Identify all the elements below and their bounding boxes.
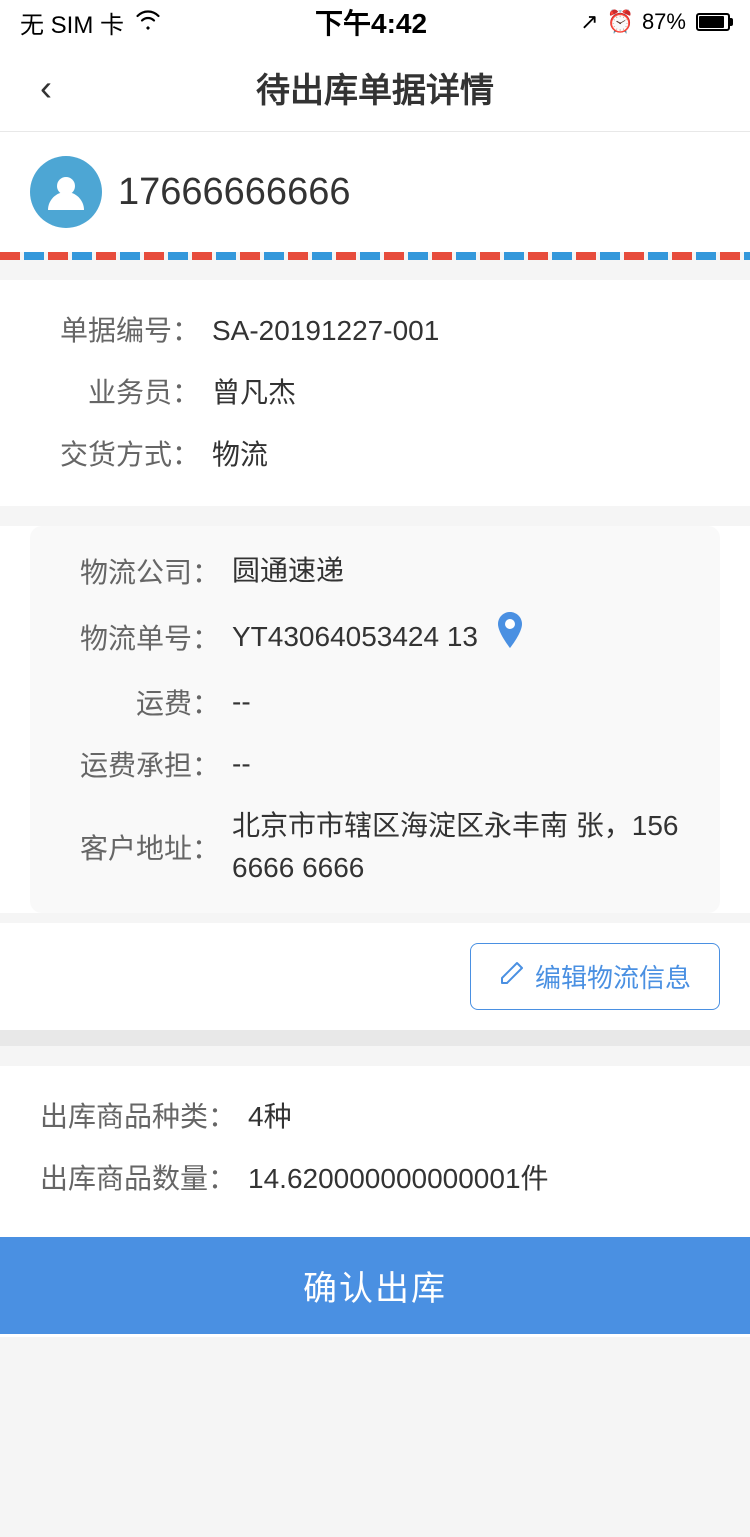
map-pin-icon[interactable]	[494, 612, 526, 661]
freight-bearer-row: 运费承担： --	[60, 743, 690, 785]
tracking-row: 物流单号： YT43064053424 13	[60, 612, 690, 661]
edit-btn-row: 编辑物流信息	[0, 923, 750, 1030]
customer-phone: 17666666666	[118, 171, 350, 214]
goods-type-label: 出库商品种类：	[40, 1096, 236, 1138]
logistics-company-row: 物流公司： 圆通速递	[60, 550, 690, 592]
tracking-value-container: YT43064053424 13	[232, 612, 690, 661]
confirm-btn-container: 确认出库	[0, 1237, 750, 1334]
address-row: 客户地址： 北京市市辖区海淀区永丰南 张，156 6666 6666	[60, 805, 690, 889]
bottom-space	[0, 1337, 750, 1537]
nav-bar: ‹ 待出库单据详情	[0, 44, 750, 132]
goods-quantity-row: 出库商品数量： 14.620000000000001件	[40, 1158, 710, 1200]
freight-value: --	[232, 681, 690, 723]
goods-section: 出库商品种类： 4种 出库商品数量： 14.620000000000001件	[0, 1066, 750, 1230]
back-button[interactable]: ‹	[30, 57, 62, 119]
goods-type-value: 4种	[248, 1096, 710, 1138]
salesperson-value: 曾凡杰	[212, 372, 710, 414]
document-number-label: 单据编号：	[40, 310, 200, 352]
logistics-company-label: 物流公司：	[60, 551, 220, 591]
wifi-icon	[134, 8, 162, 37]
order-info-section: 单据编号： SA-20191227-001 业务员： 曾凡杰 交货方式： 物流	[0, 280, 750, 506]
status-right: ↗ ⏰ 87%	[580, 9, 730, 35]
status-bar: 无 SIM 卡 下午4:42 ↗ ⏰ 87%	[0, 0, 750, 44]
freight-bearer-value: --	[232, 743, 690, 785]
goods-quantity-value: 14.620000000000001件	[248, 1158, 710, 1200]
tracking-label: 物流单号：	[60, 617, 220, 657]
goods-quantity-label: 出库商品数量：	[40, 1158, 236, 1200]
divider-line-1	[0, 1030, 750, 1046]
battery-label: 87%	[642, 9, 686, 35]
location-status-icon: ↗	[580, 9, 598, 35]
edit-logistics-button[interactable]: 编辑物流信息	[470, 943, 720, 1010]
delivery-method-value: 物流	[212, 434, 710, 476]
edit-icon	[499, 960, 525, 993]
freight-bearer-label: 运费承担：	[60, 744, 220, 784]
logistics-company-value: 圆通速递	[232, 550, 690, 592]
freight-label: 运费：	[60, 682, 220, 722]
alarm-icon: ⏰	[607, 9, 634, 35]
document-number-value: SA-20191227-001	[212, 310, 710, 352]
avatar	[30, 156, 102, 228]
carrier-label: 无 SIM 卡	[20, 5, 124, 40]
salesperson-label: 业务员：	[40, 372, 200, 414]
customer-section: 17666666666	[0, 132, 750, 252]
delivery-method-row: 交货方式： 物流	[40, 434, 710, 476]
confirm-button[interactable]: 确认出库	[303, 1261, 447, 1310]
section-gap-2	[0, 1046, 750, 1066]
document-number-row: 单据编号： SA-20191227-001	[40, 310, 710, 352]
goods-type-row: 出库商品种类： 4种	[40, 1096, 710, 1138]
logistics-card: 物流公司： 圆通速递 物流单号： YT43064053424 13 运费： --…	[30, 526, 720, 913]
status-time: 下午4:42	[315, 2, 427, 42]
section-gap-1	[0, 260, 750, 280]
salesperson-row: 业务员： 曾凡杰	[40, 372, 710, 414]
tracking-number: YT43064053424 13	[232, 616, 478, 658]
delivery-method-label: 交货方式：	[40, 434, 200, 476]
freight-row: 运费： --	[60, 681, 690, 723]
page-title: 待出库单据详情	[256, 63, 494, 112]
status-left: 无 SIM 卡	[20, 5, 162, 40]
battery-icon	[696, 13, 730, 31]
address-value: 北京市市辖区海淀区永丰南 张，156 6666 6666	[232, 805, 690, 889]
edit-btn-label: 编辑物流信息	[535, 958, 691, 995]
dashed-divider	[0, 252, 750, 260]
address-label: 客户地址：	[60, 827, 220, 867]
